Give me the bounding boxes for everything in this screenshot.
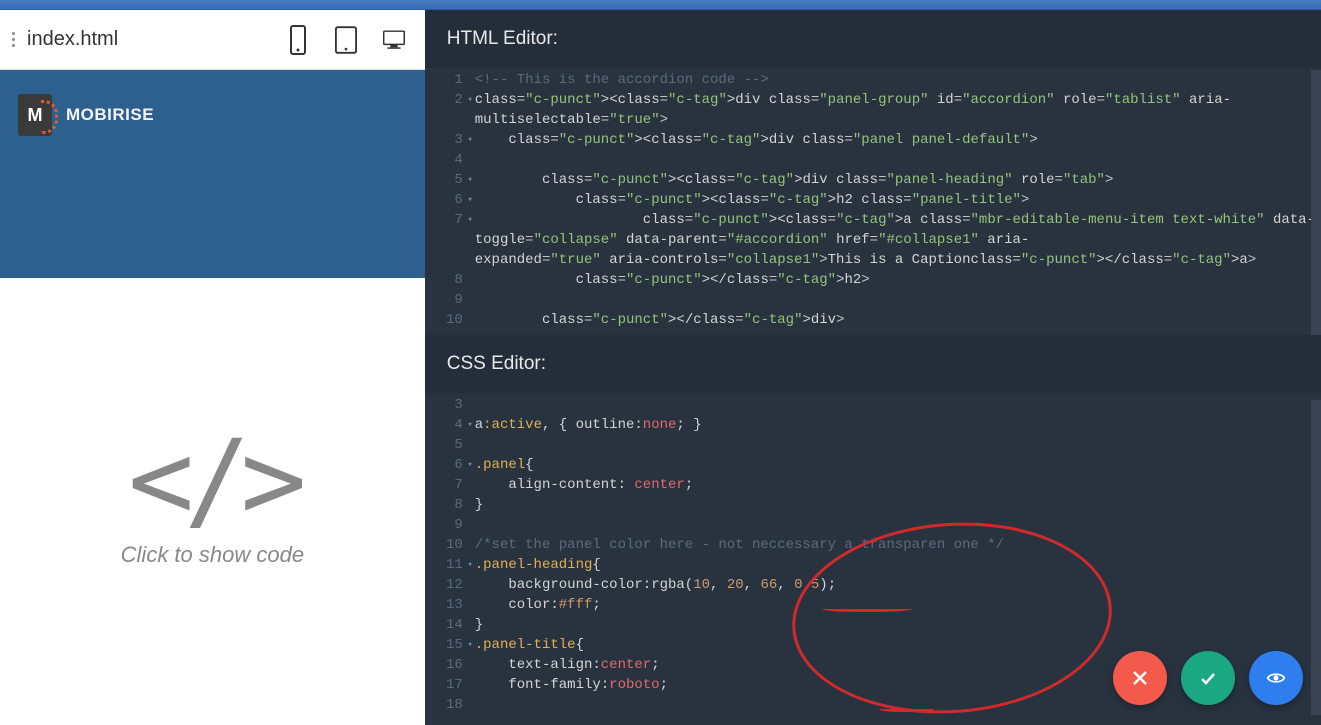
css-gutter: 3456789101112131415161718 bbox=[425, 393, 469, 725]
html-editor-title: HTML Editor: bbox=[425, 10, 1321, 68]
preview-site-header: MOBIRISE bbox=[0, 70, 425, 278]
preview-pane: index.html MOBIRISE < bbox=[0, 10, 425, 725]
css-editor-title: CSS Editor: bbox=[425, 335, 1321, 393]
check-icon bbox=[1198, 668, 1218, 688]
confirm-button[interactable] bbox=[1181, 651, 1235, 705]
code-glyph-icon: </> bbox=[128, 436, 297, 524]
brand-logo-icon bbox=[18, 94, 52, 136]
filename-label: index.html bbox=[27, 28, 279, 51]
eye-icon bbox=[1266, 668, 1286, 688]
tablet-icon[interactable] bbox=[335, 25, 357, 55]
action-buttons bbox=[1113, 651, 1303, 705]
brand-name: MOBIRISE bbox=[66, 105, 154, 125]
menu-dots-icon[interactable] bbox=[8, 28, 19, 51]
window-titlebar bbox=[0, 0, 1321, 10]
desktop-icon[interactable] bbox=[383, 25, 405, 55]
mobile-icon[interactable] bbox=[287, 25, 309, 55]
css-scrollbar[interactable] bbox=[1311, 400, 1321, 715]
editors-pane: HTML Editor: 12 34567 8910 <!-- This is … bbox=[425, 10, 1321, 725]
preview-topbar: index.html bbox=[0, 10, 425, 70]
main-area: index.html MOBIRISE < bbox=[0, 10, 1321, 725]
cancel-button[interactable] bbox=[1113, 651, 1167, 705]
preview-button[interactable] bbox=[1249, 651, 1303, 705]
device-toggle-group bbox=[287, 25, 417, 55]
brand: MOBIRISE bbox=[0, 70, 172, 160]
html-code-lines[interactable]: <!-- This is the accordion code -->class… bbox=[469, 68, 1321, 335]
preview-body: MOBIRISE </> Click to show code bbox=[0, 70, 425, 725]
html-scrollbar[interactable] bbox=[1311, 70, 1321, 335]
preview-placeholder[interactable]: </> Click to show code bbox=[0, 278, 425, 725]
close-icon bbox=[1130, 668, 1150, 688]
html-editor-block: HTML Editor: 12 34567 8910 <!-- This is … bbox=[425, 10, 1321, 335]
html-gutter: 12 34567 8910 bbox=[425, 68, 469, 335]
placeholder-text: Click to show code bbox=[121, 542, 304, 568]
html-code-area[interactable]: 12 34567 8910 <!-- This is the accordion… bbox=[425, 68, 1321, 335]
